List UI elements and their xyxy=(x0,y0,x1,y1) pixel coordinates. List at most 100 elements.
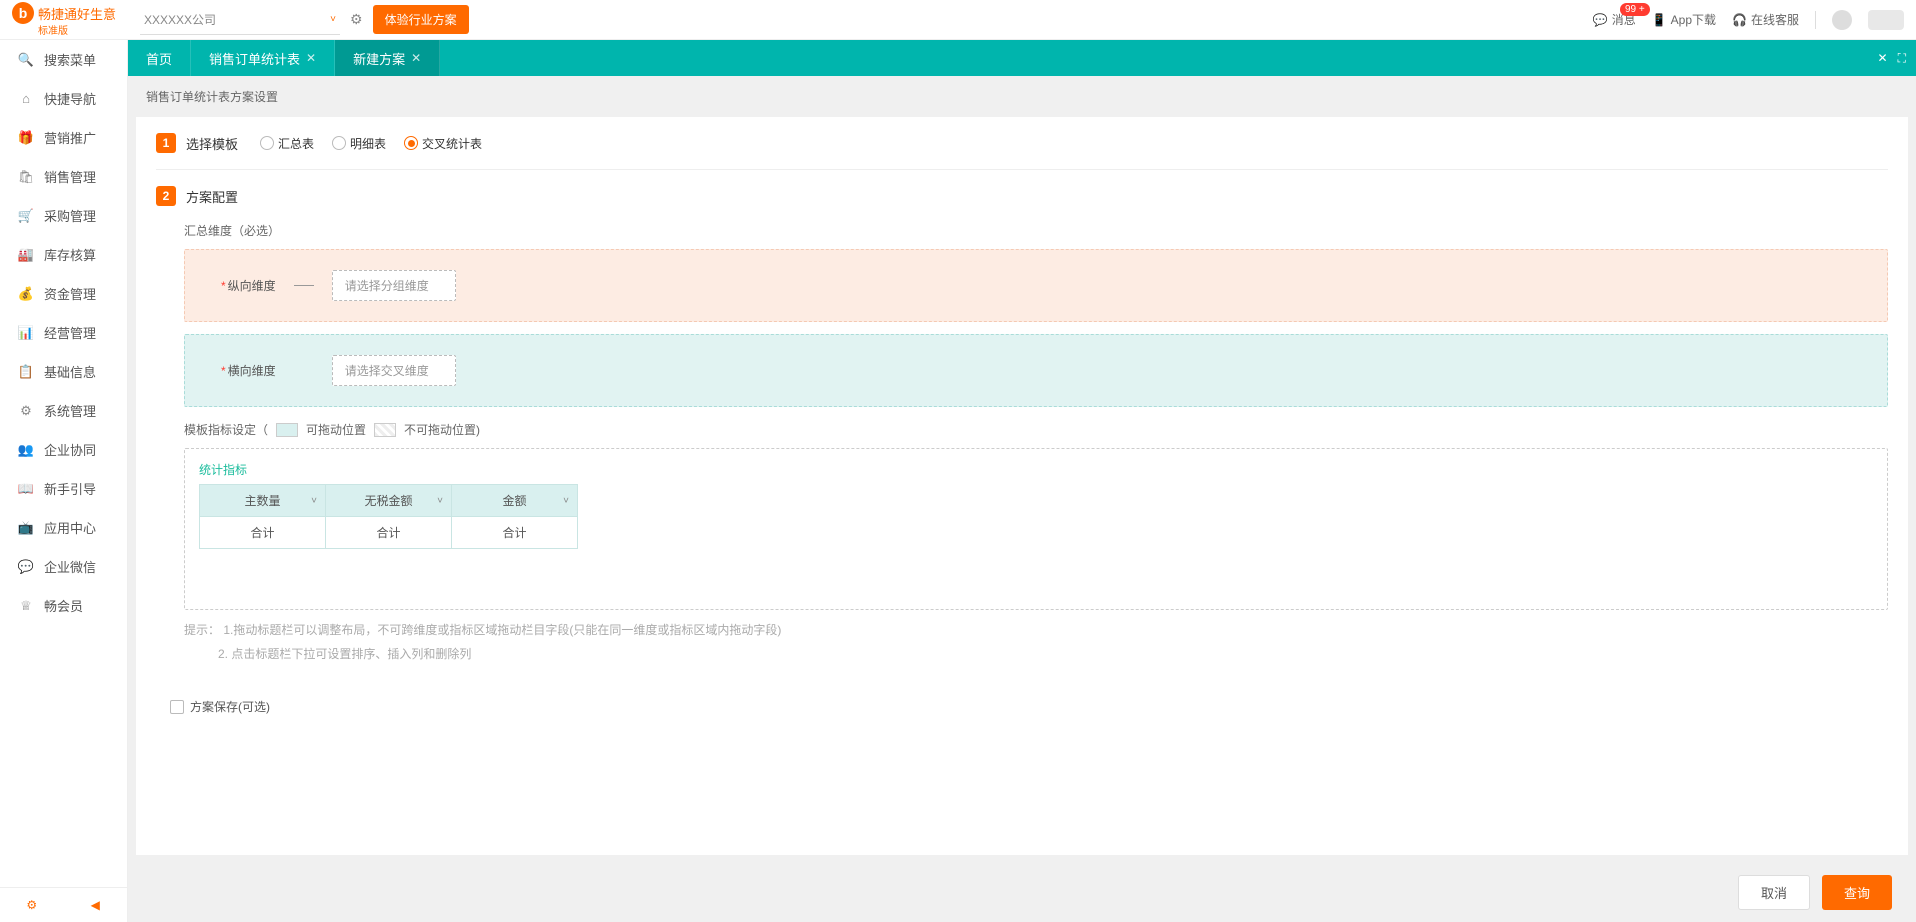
sidebar-item[interactable]: ⚙系统管理 xyxy=(0,391,127,430)
user-chip[interactable] xyxy=(1868,10,1904,30)
radio-option[interactable]: 交叉统计表 xyxy=(404,135,482,152)
sidebar-item[interactable]: 🛒 采购管理 xyxy=(0,196,127,235)
radio-option[interactable]: 汇总表 xyxy=(260,135,314,152)
sidebar-collapse-icon[interactable]: ◀ xyxy=(64,888,128,922)
cancel-button[interactable]: 取消 xyxy=(1738,875,1810,910)
tab-label: 销售订单统计表 xyxy=(209,49,300,68)
app-download-link[interactable]: 📱 App下载 xyxy=(1652,11,1716,28)
tab[interactable]: 新建方案✕ xyxy=(335,40,440,76)
sidebar-item-icon: 💰 xyxy=(18,286,34,302)
sidebar-item-label: 企业协同 xyxy=(44,440,96,459)
sidebar-settings-icon[interactable]: ⚙ xyxy=(0,888,64,922)
chevron-down-icon[interactable]: ˅ xyxy=(311,495,317,506)
sidebar-item-label: 库存核算 xyxy=(44,245,96,264)
content-panel: 1 选择模板 汇总表明细表交叉统计表 2 方案配置 汇总维度（必选） *纵向维度… xyxy=(136,117,1908,855)
sidebar-item[interactable]: 👥 企业协同 xyxy=(0,430,127,469)
sidebar-item-label: 资金管理 xyxy=(44,284,96,303)
save-scheme-row[interactable]: 方案保存(可选) xyxy=(156,690,1888,733)
header-right: 💬 消息 99 + 📱 App下载 🎧 在线客服 xyxy=(1593,10,1904,30)
horizontal-dimension-box: *横向维度 请选择交叉维度 xyxy=(184,334,1888,407)
settings-icon[interactable]: ⚙ xyxy=(350,11,363,28)
sidebar-item-label: 企业微信 xyxy=(44,557,96,576)
sidebar-item[interactable]: ♕畅会员 xyxy=(0,586,127,625)
main-area: 首页销售订单统计表✕新建方案✕ ✕ ⛶ 销售订单统计表方案设置 1 选择模板 汇… xyxy=(128,40,1916,922)
step2-label: 方案配置 xyxy=(186,187,238,206)
step2-num: 2 xyxy=(156,186,176,206)
indicator-column-header[interactable]: 主数量˅ xyxy=(200,485,326,517)
headset-icon: 🎧 xyxy=(1732,13,1747,27)
sidebar-item-icon: ♕ xyxy=(18,598,34,614)
sidebar-item-label: 采购管理 xyxy=(44,206,96,225)
fullscreen-icon[interactable]: ⛶ xyxy=(1898,51,1906,66)
logo-area: b 畅捷通好生意 标准版 xyxy=(12,2,128,37)
sidebar-item[interactable]: 💬 企业微信 xyxy=(0,547,127,586)
radio-icon xyxy=(332,136,346,150)
company-select[interactable]: ˅ xyxy=(140,5,340,35)
indicator-column-header[interactable]: 无税金额˅ xyxy=(326,485,452,517)
sidebar-item[interactable]: 🏭 库存核算 xyxy=(0,235,127,274)
save-checkbox[interactable] xyxy=(170,700,184,714)
sidebar-item[interactable]: 🎁营销推广 xyxy=(0,118,127,157)
tips-block: 提示： 1.拖动标题栏可以调整布局，不可跨维度或指标区域拖动栏目字段(只能在同一… xyxy=(184,618,1888,666)
company-input[interactable] xyxy=(144,12,330,26)
swatch-draggable xyxy=(276,423,298,437)
tab-label: 首页 xyxy=(146,49,172,68)
vertical-dim-select[interactable]: 请选择分组维度 xyxy=(332,270,456,301)
avatar-icon[interactable] xyxy=(1832,10,1852,30)
tabs-bar: 首页销售订单统计表✕新建方案✕ ✕ ⛶ xyxy=(128,40,1916,76)
swatch-not-draggable xyxy=(374,423,396,437)
sidebar-item-icon: 🛒 xyxy=(18,208,34,224)
sidebar-item-label: 营销推广 xyxy=(44,128,96,147)
divider-line xyxy=(156,169,1888,170)
sidebar-item[interactable]: 🔍搜索菜单 xyxy=(0,40,127,79)
vertical-dim-label: *纵向维度 xyxy=(221,277,276,294)
chevron-down-icon[interactable]: ˅ xyxy=(437,495,443,506)
sidebar-item[interactable]: 📊经营管理 xyxy=(0,313,127,352)
sidebar-item-icon: ⌂ xyxy=(18,91,34,107)
sidebar-item-icon: 🏭 xyxy=(18,247,34,263)
radio-option[interactable]: 明细表 xyxy=(332,135,386,152)
step1-row: 1 选择模板 汇总表明细表交叉统计表 xyxy=(156,133,1888,153)
sidebar-item[interactable]: 💰 资金管理 xyxy=(0,274,127,313)
sidebar-item[interactable]: 🛍 销售管理 xyxy=(0,157,127,196)
sidebar-item[interactable]: 📺应用中心 xyxy=(0,508,127,547)
tab-close-icon[interactable]: ✕ xyxy=(411,51,421,65)
sidebar-item-icon: 🛍 xyxy=(18,169,34,185)
query-button[interactable]: 查询 xyxy=(1822,875,1892,910)
indicator-column-header[interactable]: 金额˅ xyxy=(452,485,578,517)
tab[interactable]: 首页 xyxy=(128,40,191,76)
online-service-link[interactable]: 🎧 在线客服 xyxy=(1732,11,1799,28)
sidebar-item[interactable]: 📖新手引导 xyxy=(0,469,127,508)
indicator-legend: 模板指标设定（ 可拖动位置 不可拖动位置) xyxy=(184,421,1888,438)
experience-button[interactable]: 体验行业方案 xyxy=(373,5,469,34)
radio-label: 交叉统计表 xyxy=(422,135,482,152)
sidebar-item-label: 销售管理 xyxy=(44,167,96,186)
logo-subtitle: 标准版 xyxy=(38,22,128,37)
logo-text: 畅捷通好生意 xyxy=(38,4,116,23)
horizontal-dim-label: *横向维度 xyxy=(221,362,276,379)
tips-label: 提示： xyxy=(184,623,220,637)
sidebar-bottom: ⚙ ◀ xyxy=(0,887,127,922)
summary-dim-label: 汇总维度（必选） xyxy=(184,222,1888,239)
tab-close-all-icon[interactable]: ✕ xyxy=(1878,51,1888,65)
sidebar-item[interactable]: 📋基础信息 xyxy=(0,352,127,391)
radio-label: 汇总表 xyxy=(278,135,314,152)
tab-close-icon[interactable]: ✕ xyxy=(306,51,316,65)
indicator-title: 统计指标 xyxy=(199,461,1873,478)
chevron-down-icon[interactable]: ˅ xyxy=(563,495,569,506)
step1-num: 1 xyxy=(156,133,176,153)
horizontal-dim-select[interactable]: 请选择交叉维度 xyxy=(332,355,456,386)
app-download-label: App下载 xyxy=(1671,11,1716,28)
radio-icon xyxy=(260,136,274,150)
sidebar-item-icon: 💬 xyxy=(18,559,34,575)
sidebar-item-icon: 📊 xyxy=(18,325,34,341)
tab[interactable]: 销售订单统计表 ✕ xyxy=(191,40,335,76)
messages-link[interactable]: 💬 消息 99 + xyxy=(1593,11,1636,28)
sidebar-item-icon: 📋 xyxy=(18,364,34,380)
step2-row: 2 方案配置 xyxy=(156,186,1888,206)
tip2-text: 2. 点击标题栏下拉可设置排序、插入列和删除列 xyxy=(218,647,471,661)
online-service-label: 在线客服 xyxy=(1751,11,1799,28)
sidebar-item-icon: 👥 xyxy=(18,442,34,458)
indicator-table: 主数量˅无税金额˅金额˅ 合计合计合计 xyxy=(199,484,578,549)
sidebar-item[interactable]: ⌂快捷导航 xyxy=(0,79,127,118)
